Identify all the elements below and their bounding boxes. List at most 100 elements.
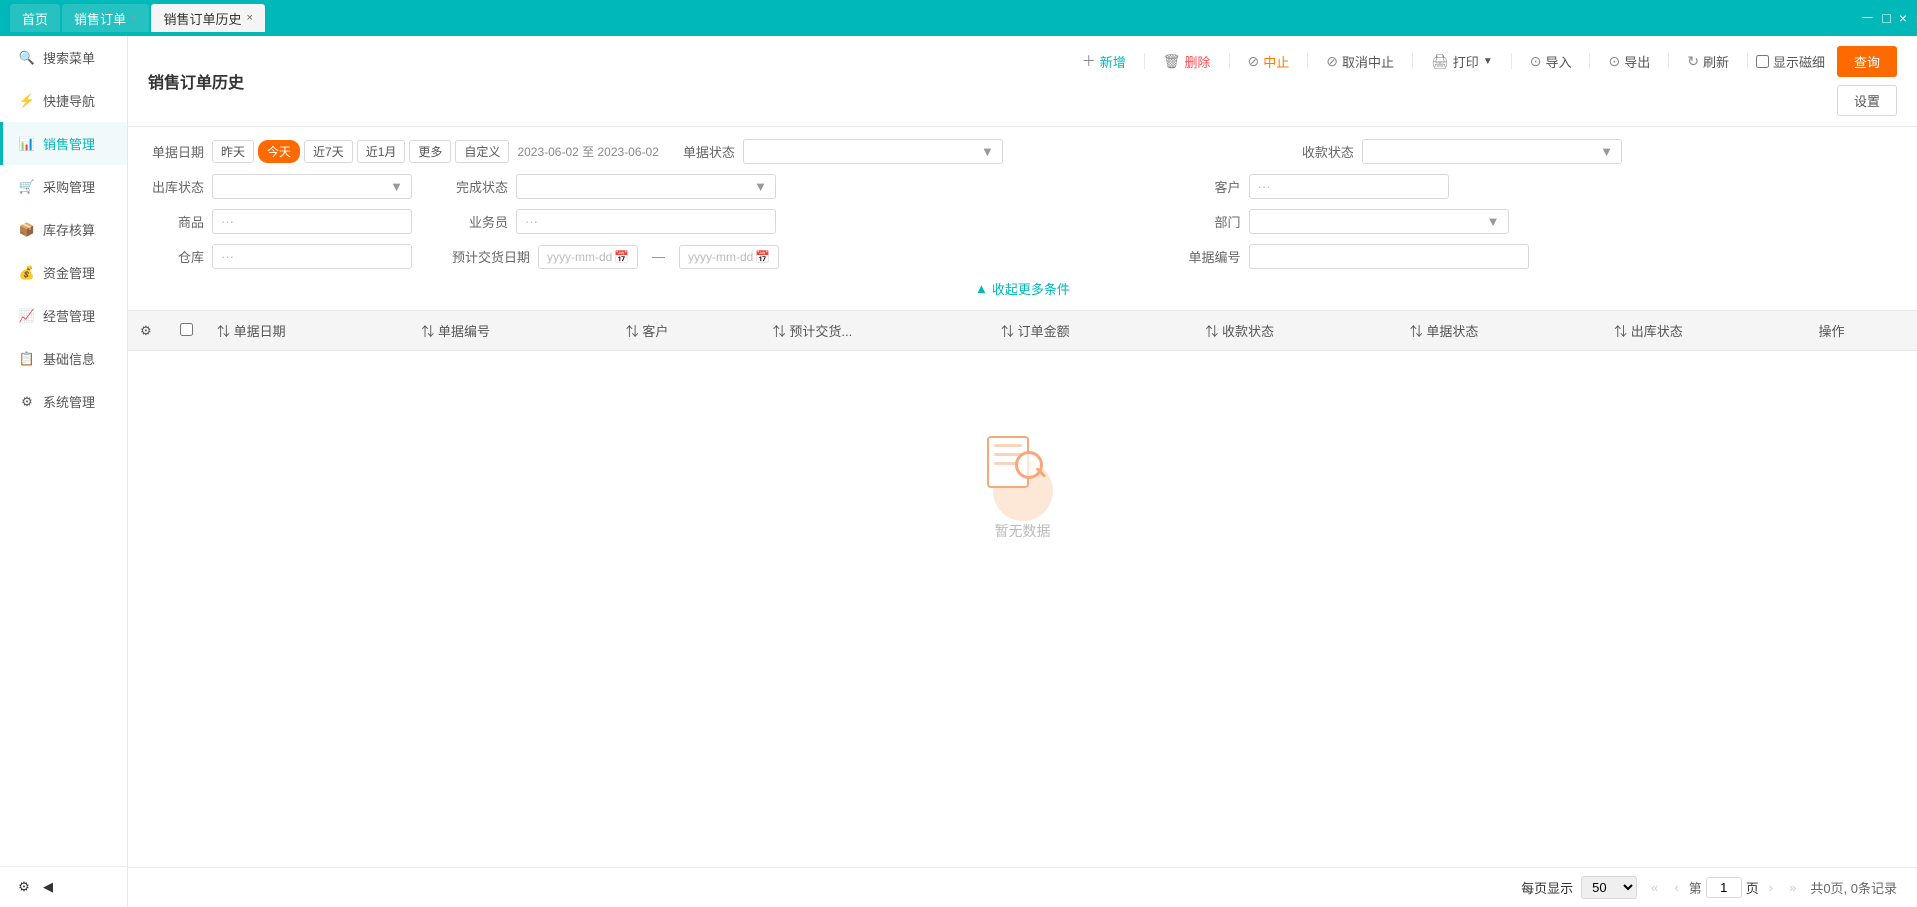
sidebar: 🔍 搜索菜单 ⚡ 快捷导航 📊 销售管理 🛒 采购管理 📦 库存核算 💰 资金管… — [0, 36, 128, 907]
expected-date-end[interactable]: yyyy-mm-dd 📅 — [679, 245, 779, 269]
date-btn-1month[interactable]: 近1月 — [357, 140, 406, 163]
table-area: ⚙ ⇅ 单据日期 ⇅ 单据编号 ⇅ 客户 — [128, 311, 1917, 867]
prev-page-btn[interactable]: ‹ — [1668, 878, 1684, 897]
display-cols-checkbox[interactable] — [1756, 55, 1769, 68]
divider-1 — [1144, 53, 1145, 69]
window-close-btn[interactable]: × — [1899, 10, 1907, 26]
minimize-btn[interactable]: － — [1860, 8, 1874, 28]
delete-btn[interactable]: 🗑 删除 — [1153, 47, 1221, 76]
tab-home[interactable]: 首页 — [10, 4, 60, 32]
sidebar-item-base-info[interactable]: 📋 基础信息 — [0, 337, 127, 380]
sidebar-item-ops[interactable]: 📈 经营管理 — [0, 294, 127, 337]
select-all-checkbox[interactable] — [180, 323, 193, 336]
date-btn-7days[interactable]: 近7天 — [304, 140, 353, 163]
top-bar: 首页 销售订单 × 销售订单历史 × － □ × — [0, 0, 1917, 36]
tab-sales-order-close[interactable]: × — [131, 12, 137, 24]
export-label: 导出 — [1624, 52, 1650, 71]
sidebar-item-purchase-mgmt-label: 采购管理 — [43, 177, 95, 196]
divider-8 — [1747, 53, 1748, 69]
date-btn-today[interactable]: 今天 — [258, 140, 300, 163]
date-btn-more[interactable]: 更多 — [409, 140, 451, 163]
date-btn-custom[interactable]: 自定义 — [455, 140, 509, 163]
filter-row-2: 出库状态 ▼ 完成状态 ▼ 客户 ··· — [148, 174, 1897, 199]
maximize-btn[interactable]: □ — [1882, 10, 1890, 26]
sidebar-item-sys-mgmt[interactable]: ⚙ 系统管理 — [0, 380, 127, 423]
page-label: 页 — [1746, 878, 1759, 897]
page-nav: « ‹ 第 页 › » — [1645, 877, 1802, 898]
sidebar-item-purchase-mgmt[interactable]: 🛒 采购管理 — [0, 165, 127, 208]
dept-select[interactable]: ▼ — [1249, 209, 1509, 234]
cancel-stop-icon: ⊘ — [1326, 53, 1338, 70]
print-btn[interactable]: 🖨 打印 ▼ — [1421, 47, 1503, 76]
settings-btn[interactable]: 设置 — [1837, 85, 1897, 116]
stop-icon: ⊘ — [1248, 53, 1260, 70]
collapse-row[interactable]: ▲ 收起更多条件 — [148, 279, 1897, 298]
stock-status-arrow: ▼ — [390, 179, 403, 194]
sidebar-item-quick-nav[interactable]: ⚡ 快捷导航 — [0, 79, 127, 122]
sidebar-item-finance[interactable]: 💰 资金管理 — [0, 251, 127, 294]
sidebar-item-sales-mgmt[interactable]: 📊 销售管理 — [0, 122, 127, 165]
delete-label: 删除 — [1185, 52, 1211, 71]
export-btn[interactable]: ⊙ 导出 — [1598, 47, 1660, 76]
payment-status-label: 收款状态 — [1298, 142, 1354, 161]
order-status-select[interactable]: ▼ — [743, 139, 1003, 164]
sidebar-item-sales-mgmt-label: 销售管理 — [43, 134, 95, 153]
filter-order-status: 单据状态 ▼ — [679, 139, 1278, 164]
product-input[interactable]: ··· — [212, 209, 412, 234]
first-page-btn[interactable]: « — [1645, 878, 1664, 897]
divider-4 — [1412, 53, 1413, 69]
complete-status-select[interactable]: ▼ — [516, 174, 776, 199]
sidebar-item-inventory[interactable]: 📦 库存核算 — [0, 208, 127, 251]
sidebar-item-quick-nav-label: 快捷导航 — [43, 91, 95, 110]
sidebar-collapse-icon[interactable]: ◀ — [40, 879, 56, 895]
cancel-stop-label: 取消中止 — [1342, 52, 1394, 71]
client-input[interactable]: ··· — [1249, 174, 1449, 199]
sidebar-settings-icon[interactable]: ⚙ — [16, 879, 32, 895]
warehouse-input[interactable]: ··· — [212, 244, 412, 269]
page-input[interactable] — [1706, 877, 1742, 898]
print-label: 打印 — [1453, 52, 1479, 71]
import-btn[interactable]: ⊙ 导入 — [1520, 47, 1582, 76]
stop-btn[interactable]: ⊘ 中止 — [1238, 47, 1300, 76]
print-arrow: ▼ — [1483, 56, 1493, 67]
tab-sales-order-history-close[interactable]: × — [246, 12, 252, 24]
last-page-btn[interactable]: » — [1783, 878, 1802, 897]
order-num-input[interactable] — [1249, 244, 1529, 269]
inventory-icon: 📦 — [19, 222, 35, 238]
cancel-stop-btn[interactable]: ⊘ 取消中止 — [1316, 47, 1404, 76]
page-title: 销售订单历史 — [148, 69, 244, 93]
order-status-arrow: ▼ — [981, 144, 994, 159]
new-btn[interactable]: ＋ 新增 — [1072, 46, 1136, 76]
page-size-select[interactable]: 50 10 20 100 — [1581, 876, 1637, 899]
date-btn-group: 昨天 今天 近7天 近1月 更多 自定义 — [212, 140, 509, 163]
ops-icon: 📈 — [19, 308, 35, 324]
sidebar-item-search-menu[interactable]: 🔍 搜索菜单 — [0, 36, 127, 79]
empty-row: 暂无数据 — [128, 351, 1917, 622]
import-icon: ⊙ — [1530, 53, 1542, 70]
salesperson-input[interactable]: ··· — [516, 209, 776, 234]
col-payment-status: ⇅ 收款状态 — [1193, 311, 1397, 351]
calendar-icon-end: 📅 — [755, 250, 770, 264]
stock-status-select[interactable]: ▼ — [212, 174, 412, 199]
import-label: 导入 — [1545, 52, 1571, 71]
tab-sales-order[interactable]: 销售订单 × — [62, 4, 149, 32]
divider-2 — [1229, 53, 1230, 69]
refresh-btn[interactable]: ↻ 刷新 — [1677, 47, 1739, 76]
col-check — [168, 311, 205, 351]
query-btn[interactable]: 查询 — [1837, 46, 1897, 77]
table-settings-icon[interactable]: ⚙ — [140, 323, 152, 338]
filter-salesperson: 业务员 ··· — [452, 209, 1165, 234]
next-page-btn[interactable]: › — [1763, 878, 1779, 897]
filter-stock-status: 出库状态 ▼ — [148, 174, 412, 199]
col-order-status-label: ⇅ 单据状态 — [1410, 324, 1479, 339]
order-num-label: 单据编号 — [1185, 247, 1241, 266]
date-btn-yesterday[interactable]: 昨天 — [212, 140, 254, 163]
payment-status-arrow: ▼ — [1600, 144, 1613, 159]
dept-label: 部门 — [1185, 212, 1241, 231]
expected-date-start[interactable]: yyyy-mm-dd 📅 — [538, 245, 638, 269]
col-order-num-label: ⇅ 单据编号 — [421, 324, 490, 339]
tab-sales-order-history[interactable]: 销售订单历史 × — [151, 4, 264, 32]
payment-status-select[interactable]: ▼ — [1362, 139, 1622, 164]
col-operation-label: 操作 — [1819, 324, 1845, 339]
filter-row-4: 仓库 ··· 预计交货日期 yyyy-mm-dd 📅 — yyyy-mm-dd … — [148, 244, 1897, 269]
